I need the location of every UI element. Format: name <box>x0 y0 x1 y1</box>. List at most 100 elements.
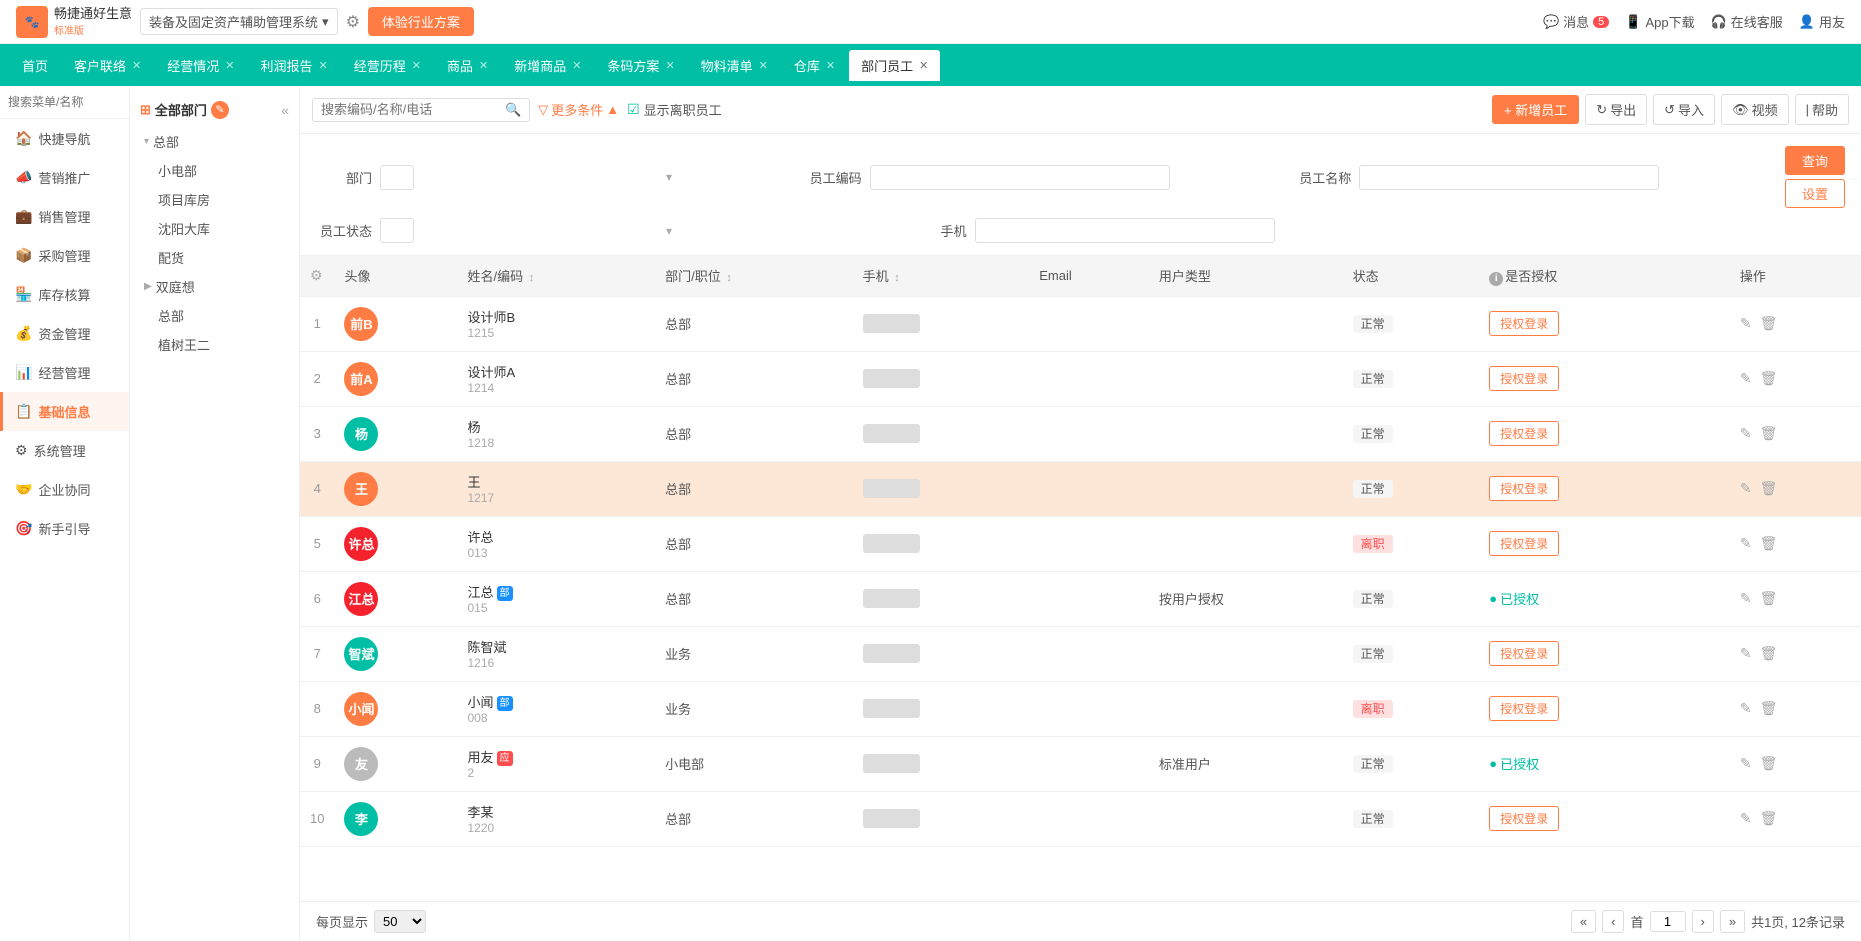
delete-button[interactable]: 🗑 <box>1760 425 1778 442</box>
edit-button[interactable]: ✎ <box>1740 535 1752 552</box>
auth-login-button[interactable]: 授权登录 <box>1489 696 1559 721</box>
system-title[interactable]: 装备及固定资产辅助管理系统 ▾ <box>140 8 338 35</box>
close-icon[interactable]: ✕ <box>919 59 928 72</box>
dept-group-title-double[interactable]: ▶ 双庭想 <box>130 272 299 301</box>
empname-input[interactable] <box>1359 165 1659 190</box>
dept-item-xiaodiandept[interactable]: 小电部 <box>130 156 299 185</box>
help-button[interactable]: | 帮助 <box>1795 94 1849 125</box>
dept-select[interactable] <box>380 165 414 190</box>
search-menu-input[interactable] <box>8 95 130 109</box>
delete-button[interactable]: 🗑 <box>1760 480 1778 497</box>
close-icon[interactable]: ✕ <box>759 59 768 72</box>
empcode-input[interactable] <box>870 165 1170 190</box>
auth-login-button[interactable]: 授权登录 <box>1489 641 1559 666</box>
delete-button[interactable]: 🗑 <box>1760 755 1778 772</box>
tab-history[interactable]: 经营历程✕ <box>342 50 433 81</box>
sidebar-item-finance[interactable]: 💰 资金管理 <box>0 314 129 353</box>
tab-bom[interactable]: 物料清单✕ <box>689 50 780 81</box>
tab-barcode[interactable]: 条码方案✕ <box>595 50 686 81</box>
user-avatar[interactable]: 👤 用友 <box>1799 12 1845 31</box>
tab-dept-employee[interactable]: 部门员工✕ <box>849 50 940 81</box>
col-phone[interactable]: 手机 ↕ <box>853 256 1030 296</box>
app-download-button[interactable]: 📱 App下载 <box>1625 12 1694 31</box>
import-button[interactable]: ↺ 导入 <box>1653 94 1715 125</box>
sidebar-item-basic[interactable]: 📋 基础信息 <box>0 392 129 431</box>
show-resigned-toggle[interactable]: ☑ 显示离职员工 <box>627 100 722 119</box>
delete-button[interactable]: 🗑 <box>1760 645 1778 662</box>
tab-warehouse[interactable]: 仓库✕ <box>782 50 847 81</box>
edit-button[interactable]: ✎ <box>1740 315 1752 332</box>
close-icon[interactable]: ✕ <box>225 59 234 72</box>
tab-operation[interactable]: 经营情况✕ <box>155 50 246 81</box>
set-button[interactable]: 设置 <box>1785 179 1845 208</box>
delete-button[interactable]: 🗑 <box>1760 535 1778 552</box>
auth-login-button[interactable]: 授权登录 <box>1489 806 1559 831</box>
edit-button[interactable]: ✎ <box>1740 700 1752 717</box>
dept-item-hq[interactable]: 总部 <box>130 301 299 330</box>
close-icon[interactable]: ✕ <box>412 59 421 72</box>
page-size-select[interactable]: 50 100 <box>374 910 426 933</box>
delete-button[interactable]: 🗑 <box>1760 810 1778 827</box>
tab-profit[interactable]: 利润报告✕ <box>248 50 339 81</box>
edit-button[interactable]: ✎ <box>1740 480 1752 497</box>
close-icon[interactable]: ✕ <box>665 59 674 72</box>
edit-button[interactable]: ✎ <box>1740 755 1752 772</box>
more-filter-button[interactable]: ▽ 更多条件 ▲ <box>538 100 619 119</box>
sidebar-item-quicknav[interactable]: 🏠 快捷导航 <box>0 119 129 158</box>
sidebar-item-system[interactable]: ⚙ 系统管理 <box>0 431 129 470</box>
edit-button[interactable]: ✎ <box>1740 370 1752 387</box>
dept-edit-button[interactable]: ✎ <box>211 101 229 119</box>
edit-button[interactable]: ✎ <box>1740 810 1752 827</box>
prev-page-button[interactable]: ‹ <box>1602 910 1624 933</box>
empstatus-select[interactable] <box>380 218 414 243</box>
edit-button[interactable]: ✎ <box>1740 645 1752 662</box>
sidebar-item-sales[interactable]: 💼 销售管理 <box>0 197 129 236</box>
collapse-icon[interactable]: « <box>281 102 289 118</box>
sidebar-item-purchase[interactable]: 📦 采购管理 <box>0 236 129 275</box>
tab-customer[interactable]: 客户联络✕ <box>62 50 153 81</box>
dept-group-title-hq[interactable]: ▾ 总部 <box>130 127 299 156</box>
sidebar-item-inventory[interactable]: 🏪 库存核算 <box>0 275 129 314</box>
auth-login-button[interactable]: 授权登录 <box>1489 366 1559 391</box>
add-employee-button[interactable]: + 新增员工 <box>1492 95 1579 124</box>
col-settings[interactable]: ⚙ <box>300 256 334 296</box>
col-name-code[interactable]: 姓名/编码 ↕ <box>457 256 655 296</box>
tab-goods[interactable]: 商品✕ <box>435 50 500 81</box>
dept-item-distribution[interactable]: 配货 <box>130 243 299 272</box>
tab-home[interactable]: 首页 <box>10 50 60 81</box>
page-number-input[interactable] <box>1650 911 1686 932</box>
view-button[interactable]: 👁 视频 <box>1721 94 1789 125</box>
auth-login-button[interactable]: 授权登录 <box>1489 311 1559 336</box>
auth-login-button[interactable]: 授权登录 <box>1489 476 1559 501</box>
settings-button[interactable]: ⚙ <box>346 12 360 32</box>
delete-button[interactable]: 🗑 <box>1760 315 1778 332</box>
search-input[interactable] <box>321 102 501 117</box>
close-icon[interactable]: ✕ <box>132 59 141 72</box>
tab-add-goods[interactable]: 新增商品✕ <box>502 50 593 81</box>
close-icon[interactable]: ✕ <box>572 59 581 72</box>
auth-login-button[interactable]: 授权登录 <box>1489 531 1559 556</box>
dept-item-shenyang[interactable]: 沈阳大库 <box>130 214 299 243</box>
auth-login-button[interactable]: 授权登录 <box>1489 421 1559 446</box>
message-button[interactable]: 💬 消息 5 <box>1543 12 1609 31</box>
delete-button[interactable]: 🗑 <box>1760 590 1778 607</box>
trial-button[interactable]: 体验行业方案 <box>368 7 474 36</box>
first-page-button[interactable]: « <box>1571 910 1596 933</box>
sidebar-item-guide[interactable]: 🎯 新手引导 <box>0 509 129 548</box>
export-button[interactable]: ↻ 导出 <box>1585 94 1647 125</box>
search-button[interactable]: 查询 <box>1785 146 1845 175</box>
edit-button[interactable]: ✎ <box>1740 425 1752 442</box>
delete-button[interactable]: 🗑 <box>1760 700 1778 717</box>
sidebar-item-business[interactable]: 📊 经营管理 <box>0 353 129 392</box>
dept-item-projectroom[interactable]: 项目库房 <box>130 185 299 214</box>
close-icon[interactable]: ✕ <box>826 59 835 72</box>
close-icon[interactable]: ✕ <box>319 59 328 72</box>
close-icon[interactable]: ✕ <box>479 59 488 72</box>
edit-button[interactable]: ✎ <box>1740 590 1752 607</box>
next-page-button[interactable]: › <box>1692 910 1714 933</box>
sidebar-item-collab[interactable]: 🤝 企业协同 <box>0 470 129 509</box>
last-page-button[interactable]: » <box>1720 910 1745 933</box>
col-dept-pos[interactable]: 部门/职位 ↕ <box>655 256 853 296</box>
sidebar-item-marketing[interactable]: 📣 营销推广 <box>0 158 129 197</box>
dept-item-planting[interactable]: 植树王二 <box>130 330 299 359</box>
